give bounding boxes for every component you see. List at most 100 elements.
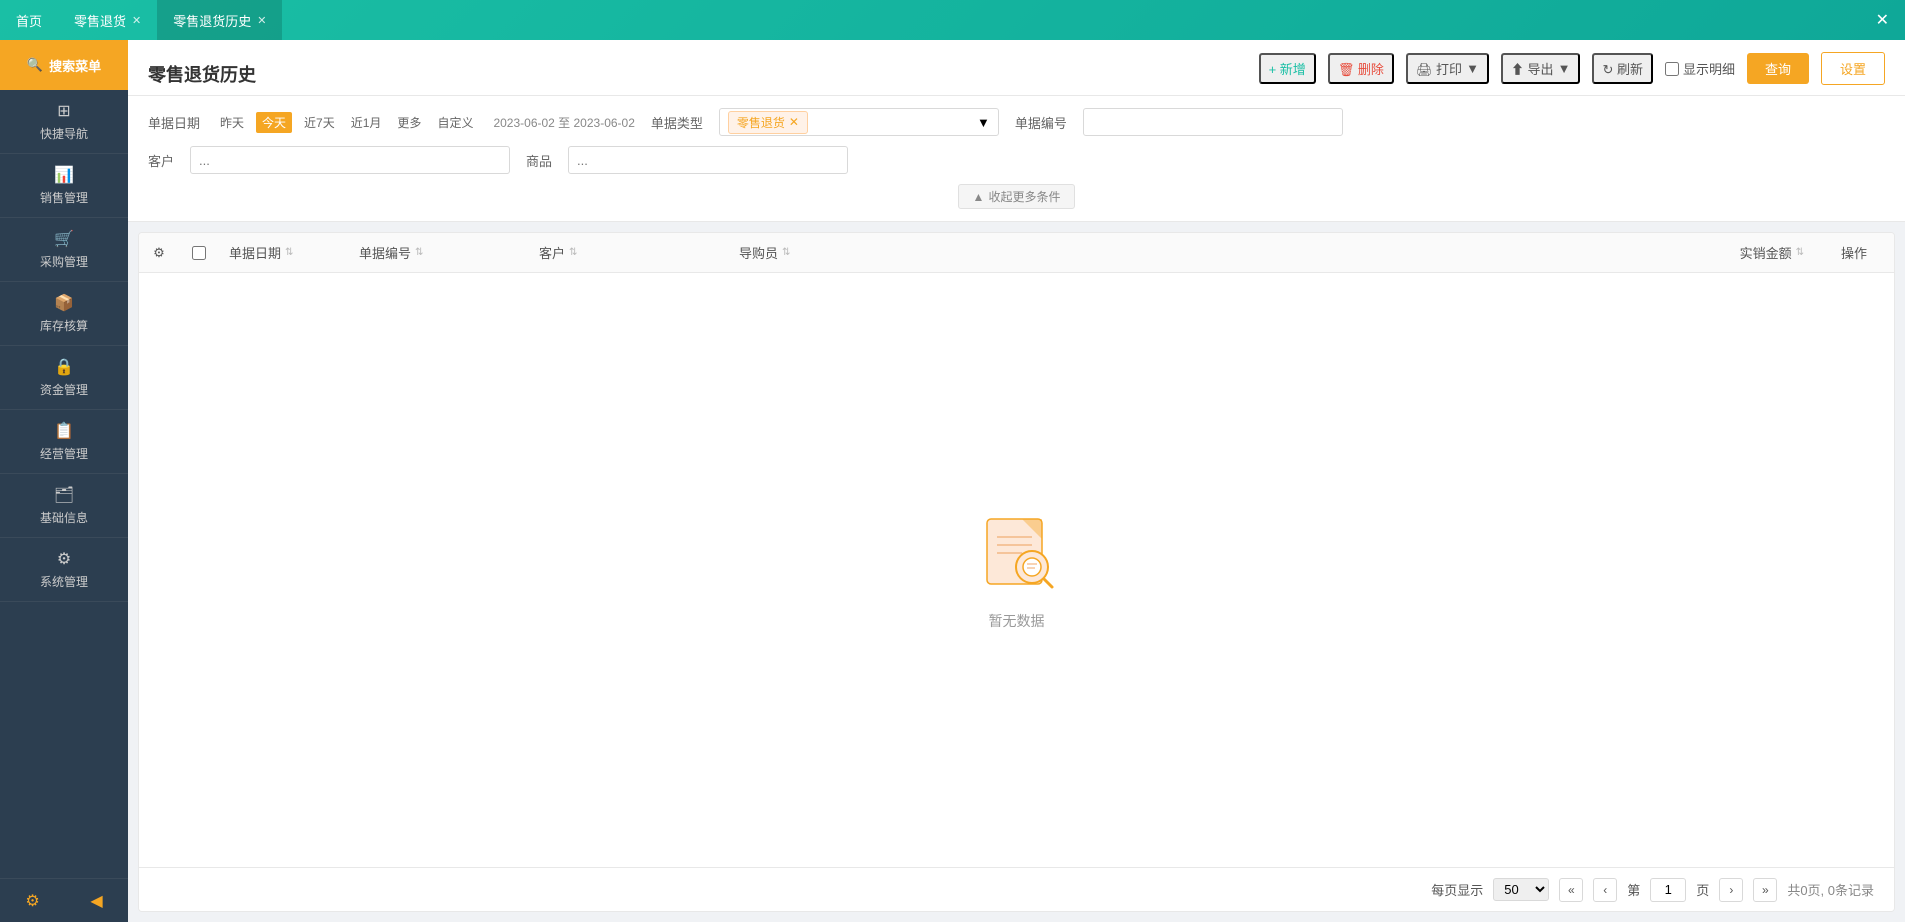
page-unit-label: 页 [1696, 880, 1709, 899]
doc-type-dropdown-icon[interactable]: ▼ [977, 115, 990, 130]
last-page-button[interactable]: » [1753, 878, 1777, 902]
refresh-button[interactable]: ↻ 刷新 [1592, 53, 1653, 84]
table-container: ⚙ 单据日期 ⇅ 单据编号 ⇅ 客户 ⇅ 导购员 [138, 232, 1895, 912]
page-number-input[interactable] [1650, 878, 1686, 902]
sidebar-item-inventory[interactable]: 📦 库存核算 [0, 282, 128, 346]
sidebar-item-basic-info[interactable]: 🗂 基础信息 [0, 474, 128, 538]
date-btn-custom[interactable]: 自定义 [433, 112, 477, 133]
show-detail-checkbox[interactable] [1665, 62, 1679, 76]
th-guide[interactable]: 导购员 ⇅ [729, 243, 1694, 262]
window-close-button[interactable]: ✕ [1876, 10, 1905, 30]
th-num-sort-icon[interactable]: ⇅ [415, 247, 423, 258]
prev-page-button[interactable]: ‹ [1593, 878, 1617, 902]
th-checkbox[interactable] [179, 246, 219, 260]
date-btn-yesterday[interactable]: 昨天 [216, 112, 248, 133]
delete-button[interactable]: 🗑 删除 [1328, 53, 1394, 84]
collapse-bar: ▲ 收起更多条件 [148, 184, 1885, 209]
customer-input[interactable] [190, 146, 510, 174]
doc-type-tag-remove[interactable]: ✕ [789, 115, 799, 129]
table-body: 暂无数据 [139, 273, 1894, 867]
operation-icon: 📋 [54, 421, 74, 441]
main-layout: 🔍 搜索菜单 ⊞ 快捷导航 📊 销售管理 🛒 采购管理 📦 库存核算 🔒 资金管… [0, 40, 1905, 922]
th-date[interactable]: 单据日期 ⇅ [219, 243, 349, 262]
collapse-button[interactable]: ▲ 收起更多条件 [958, 184, 1076, 209]
sidebar-item-purchase-label: 采购管理 [40, 253, 88, 270]
tab-retail-return-history[interactable]: 零售退货历史 ✕ [157, 0, 282, 40]
refresh-button-label: ↻ 刷新 [1602, 59, 1643, 78]
sidebar-item-system-mgmt[interactable]: ⚙ 系统管理 [0, 538, 128, 602]
first-page-button[interactable]: « [1559, 878, 1583, 902]
page-size-select[interactable]: 20 50 100 [1493, 878, 1549, 901]
sidebar-search-label: 搜索菜单 [49, 56, 101, 75]
show-detail-label: 显示明细 [1683, 59, 1735, 78]
collapse-label: 收起更多条件 [988, 188, 1060, 205]
tab-retail-return-label: 零售退货 [74, 11, 126, 30]
sidebar-collapse-icon[interactable]: ◀ [90, 891, 102, 911]
query-button-label: 查询 [1765, 62, 1791, 77]
empty-text: 暂无数据 [989, 611, 1045, 631]
th-num[interactable]: 单据编号 ⇅ [349, 243, 529, 262]
goods-input[interactable] [568, 146, 848, 174]
th-date-label: 单据日期 [229, 243, 281, 262]
setting-button-label: 设置 [1840, 62, 1866, 77]
date-btn-today[interactable]: 今天 [256, 112, 292, 133]
new-button-label: + 新增 [1269, 59, 1306, 78]
th-amount-label: 实销金额 [1740, 243, 1792, 262]
sidebar-item-finance-label: 资金管理 [40, 381, 88, 398]
export-button[interactable]: ⬆ 导出 ▼ [1501, 53, 1581, 84]
sidebar-item-sales-mgmt[interactable]: 📊 销售管理 [0, 154, 128, 218]
sidebar-settings-icon[interactable]: ⚙ [25, 891, 39, 911]
tab-home-label: 首页 [16, 11, 42, 30]
sidebar-item-quick-nav[interactable]: ⊞ 快捷导航 [0, 90, 128, 154]
sidebar-item-operation-mgmt[interactable]: 📋 经营管理 [0, 410, 128, 474]
basic-info-icon: 🗂 [54, 485, 74, 505]
doc-type-select[interactable]: 零售退货 ✕ ▼ [719, 108, 999, 136]
th-date-sort-icon[interactable]: ⇅ [285, 247, 293, 258]
page-title: 零售退货历史 [148, 61, 256, 87]
page-label: 第 [1627, 880, 1640, 899]
query-button[interactable]: 查询 [1747, 53, 1809, 84]
system-icon: ⚙ [54, 549, 74, 569]
print-dropdown-icon[interactable]: ▼ [1466, 61, 1479, 76]
export-dropdown-icon[interactable]: ▼ [1558, 61, 1571, 76]
tab-retail-return-history-label: 零售退货历史 [173, 11, 251, 30]
tab-retail-return[interactable]: 零售退货 ✕ [58, 0, 157, 40]
th-customer-sort-icon[interactable]: ⇅ [569, 247, 577, 258]
date-btn-more[interactable]: 更多 [393, 112, 425, 133]
th-guide-sort-icon[interactable]: ⇅ [782, 247, 790, 258]
sales-icon: 📊 [54, 165, 74, 185]
settings-icon[interactable]: ⚙ [153, 245, 165, 261]
sidebar-item-purchase-mgmt[interactable]: 🛒 采购管理 [0, 218, 128, 282]
sidebar-item-finance-mgmt[interactable]: 🔒 资金管理 [0, 346, 128, 410]
finance-icon: 🔒 [54, 357, 74, 377]
sidebar: 🔍 搜索菜单 ⊞ 快捷导航 📊 销售管理 🛒 采购管理 📦 库存核算 🔒 资金管… [0, 40, 128, 922]
date-range-display: 2023-06-02 至 2023-06-02 [493, 114, 634, 131]
date-btn-last7[interactable]: 近7天 [300, 112, 339, 133]
th-settings[interactable]: ⚙ [139, 245, 179, 261]
total-info: 共0页, 0条记录 [1787, 880, 1874, 899]
show-detail-checkbox-label[interactable]: 显示明细 [1665, 59, 1735, 78]
date-btn-last1month[interactable]: 近1月 [347, 112, 386, 133]
sidebar-item-basic-label: 基础信息 [40, 509, 88, 526]
doc-num-input[interactable] [1083, 108, 1343, 136]
tab-retail-return-close[interactable]: ✕ [132, 14, 141, 27]
select-all-checkbox[interactable] [192, 246, 206, 260]
date-filter-label: 单据日期 [148, 113, 200, 132]
th-amount-sort-icon[interactable]: ⇅ [1796, 247, 1804, 258]
tab-list: 首页 零售退货 ✕ 零售退货历史 ✕ [0, 0, 1876, 40]
last-page-icon: » [1762, 883, 1769, 897]
filter-row-2: 客户 商品 [148, 146, 1885, 174]
setting-button[interactable]: 设置 [1821, 52, 1885, 85]
th-customer[interactable]: 客户 ⇅ [529, 243, 729, 262]
tab-retail-return-history-close[interactable]: ✕ [257, 14, 266, 27]
print-button[interactable]: 🖨 打印 ▼ [1406, 53, 1489, 84]
quick-nav-icon: ⊞ [54, 101, 74, 121]
th-amount[interactable]: 实销金额 ⇅ [1694, 243, 1814, 262]
sidebar-search[interactable]: 🔍 搜索菜单 [0, 40, 128, 90]
sidebar-item-inventory-label: 库存核算 [40, 317, 88, 334]
empty-state: 暂无数据 [967, 509, 1067, 631]
customer-label: 客户 [148, 151, 174, 170]
tab-home[interactable]: 首页 [0, 0, 58, 40]
next-page-button[interactable]: › [1719, 878, 1743, 902]
new-button[interactable]: + 新增 [1259, 53, 1316, 84]
